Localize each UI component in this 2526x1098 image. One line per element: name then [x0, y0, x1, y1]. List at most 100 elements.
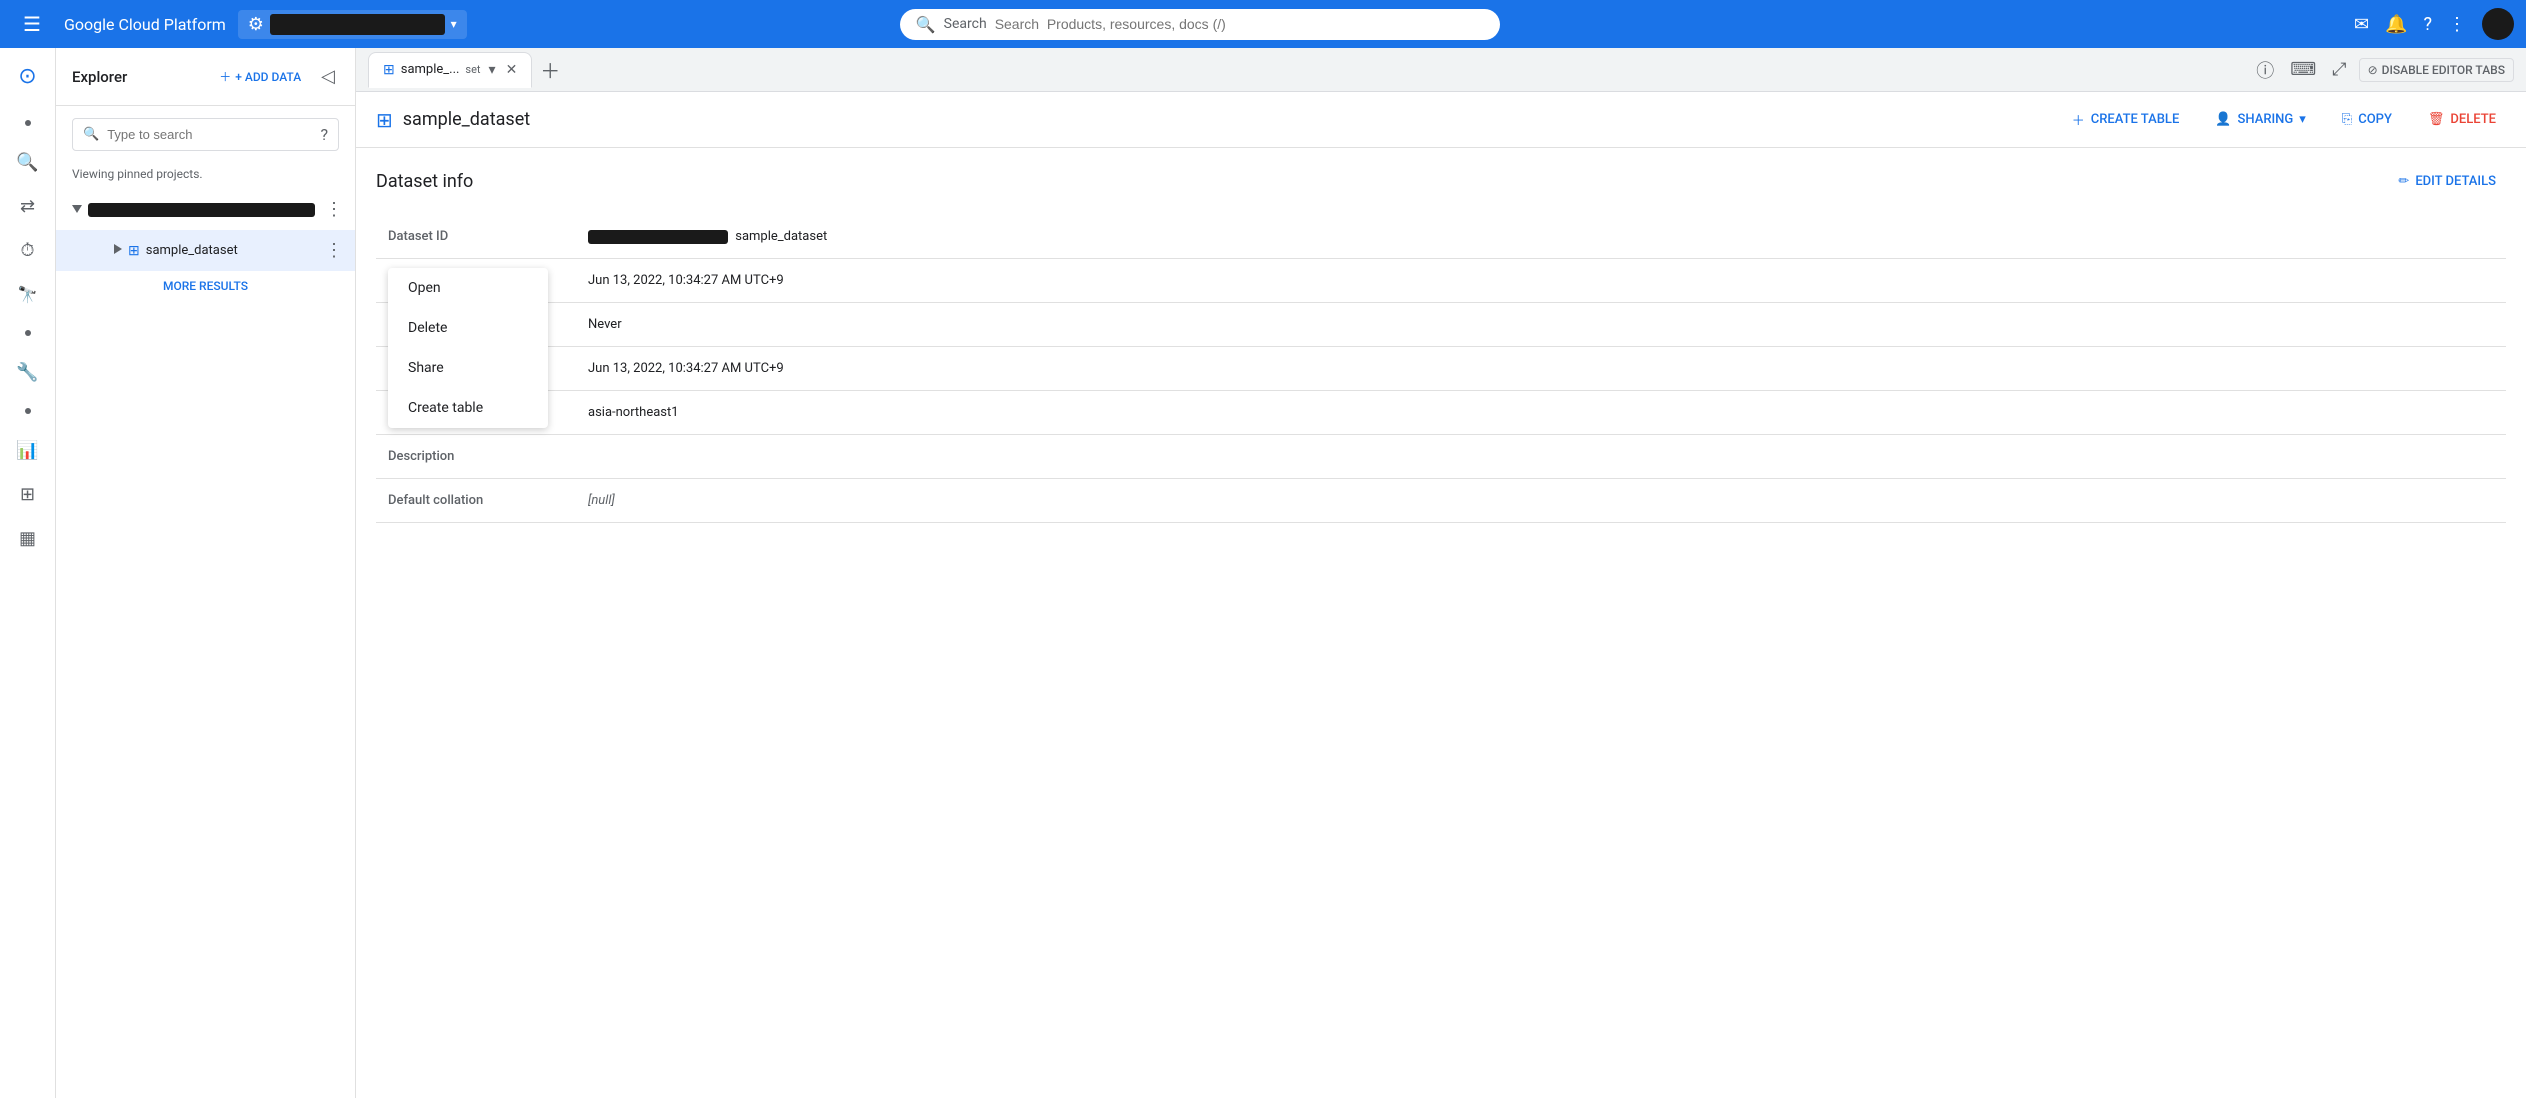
add-data-button[interactable]: ＋ + ADD DATA [211, 64, 309, 89]
email-icon[interactable]: ✉ [2354, 14, 2369, 35]
field-value-creation: Jun 13, 2022, 10:34:27 AM UTC+9 [576, 259, 2506, 303]
sharing-icon: 👤 [2215, 112, 2231, 127]
app-title: Google Cloud Platform [64, 15, 226, 34]
dataset-expand-icon [114, 243, 122, 258]
context-menu: Open Delete Share Create table [388, 268, 548, 428]
field-label-description: Description [376, 435, 576, 479]
table-nav-icon[interactable]: ⊞ [8, 474, 48, 514]
dataset-icon: ⊞ [128, 243, 140, 259]
field-label-dataset-id: Dataset ID [376, 215, 576, 259]
info-table: Dataset ID sample_dataset Creation time … [376, 215, 2506, 523]
global-search-bar[interactable]: 🔍 Search [900, 9, 1500, 40]
field-value-description [576, 435, 2506, 479]
dataset-header-actions: ＋ CREATE TABLE 👤 SHARING ▾ ⎘ COPY 🗑 DELE… [2062, 104, 2506, 135]
transfer-nav-icon[interactable]: ⇄ [8, 186, 48, 226]
sharing-dropdown-icon: ▾ [2299, 112, 2306, 127]
context-menu-delete[interactable]: Delete [388, 308, 548, 348]
add-data-icon: ＋ [219, 68, 231, 85]
dataset-info-header: Dataset info ✏ EDIT DETAILS [376, 168, 2506, 195]
dataset-header-title: sample_dataset [403, 109, 530, 130]
sharing-label: SHARING [2237, 112, 2293, 127]
explorer-header: Explorer ＋ + ADD DATA ◁ [56, 48, 355, 106]
project-expand-icon [72, 202, 82, 217]
dataset-header: ⊞ sample_dataset ＋ CREATE TABLE 👤 SHARIN… [356, 92, 2526, 148]
context-menu-open[interactable]: Open [388, 268, 548, 308]
grid-nav-icon[interactable]: ▦ [8, 518, 48, 558]
create-table-label: CREATE TABLE [2091, 112, 2180, 127]
bigquery-logo[interactable]: ⊙ [8, 56, 48, 96]
tab-set-label: set [465, 63, 480, 76]
null-value: [null] [588, 493, 615, 508]
search-input[interactable] [995, 16, 1484, 32]
search-icon: 🔍 [916, 15, 936, 34]
disable-editor-tabs-button[interactable]: ⊘ DISABLE EDITOR TABS [2359, 58, 2514, 82]
dataset-header-left: ⊞ sample_dataset [376, 108, 530, 132]
analytics-nav-icon[interactable]: 🔭 [8, 274, 48, 314]
search-help-icon[interactable]: ? [320, 125, 328, 144]
field-label-collation: Default collation [376, 479, 576, 523]
dataset-row[interactable]: ⊞ sample_dataset ⋮ [56, 230, 355, 271]
search-label: Search [944, 16, 987, 32]
add-data-label: + ADD DATA [235, 70, 301, 84]
delete-label: DELETE [2450, 112, 2496, 127]
explorer-search-input[interactable] [107, 127, 312, 142]
dataset-header-icon: ⊞ [376, 108, 393, 132]
main-content: ⊞ sample_... set ▾ ✕ ＋ ⓘ ⌨ ⤢ ⊘ DISABLE E… [356, 48, 2526, 1098]
tab-dropdown-icon[interactable]: ▾ [489, 62, 496, 78]
edit-details-button[interactable]: ✏ EDIT DETAILS [2388, 168, 2506, 195]
delete-button[interactable]: 🗑 DELETE [2418, 106, 2506, 133]
table-row: Default table expiration Never [376, 303, 2506, 347]
search-box-icon: 🔍 [83, 127, 99, 142]
tab-dataset-icon: ⊞ [383, 62, 395, 78]
field-value-collation: [null] [576, 479, 2506, 523]
add-tab-button[interactable]: ＋ [536, 51, 564, 88]
more-results-button[interactable]: MORE RESULTS [56, 271, 355, 301]
clock-nav-icon[interactable]: ⏱ [8, 230, 48, 270]
tab-name: sample_... [401, 62, 460, 77]
project-more-button[interactable]: ⋮ [321, 195, 347, 224]
explorer-title: Explorer [72, 68, 127, 86]
help-icon[interactable]: ? [2423, 14, 2432, 35]
project-selector[interactable]: ⚙ ████████████████ ▾ [238, 10, 467, 39]
info-icon[interactable]: ⓘ [2252, 53, 2278, 87]
create-table-button[interactable]: ＋ CREATE TABLE [2062, 104, 2190, 135]
table-row: Description [376, 435, 2506, 479]
dataset-tab[interactable]: ⊞ sample_... set ▾ ✕ [368, 52, 532, 88]
context-menu-create-table[interactable]: Create table [388, 388, 548, 428]
sharing-button[interactable]: 👤 SHARING ▾ [2205, 106, 2316, 133]
table-row: Dataset ID sample_dataset [376, 215, 2506, 259]
notification-icon[interactable]: 🔔 [2385, 14, 2407, 35]
more-vert-icon[interactable]: ⋮ [2448, 14, 2466, 35]
copy-icon: ⎘ [2342, 112, 2352, 127]
field-value-expiration: Never [576, 303, 2506, 347]
tab-close-button[interactable]: ✕ [506, 62, 518, 78]
avatar[interactable] [2482, 8, 2514, 40]
project-dropdown-icon[interactable]: ▾ [451, 17, 457, 31]
dot-icon-2 [25, 330, 31, 336]
collapse-panel-button[interactable]: ◁ [317, 62, 339, 91]
context-menu-share[interactable]: Share [388, 348, 548, 388]
chart-nav-icon[interactable]: 📊 [8, 430, 48, 470]
explorer-search-box[interactable]: 🔍 ? [72, 118, 339, 151]
dataset-id-suffix: sample_dataset [735, 229, 827, 244]
search-nav-icon[interactable]: 🔍 [8, 142, 48, 182]
nav-icons: ✉ 🔔 ? ⋮ [2354, 8, 2514, 40]
project-row[interactable]: ⋮ [56, 189, 355, 230]
project-name-redacted: ████████████████ [270, 14, 445, 35]
delete-icon: 🗑 [2428, 112, 2445, 127]
field-value-dataset-id: sample_dataset [576, 215, 2506, 259]
edit-icon: ✏ [2398, 174, 2409, 189]
settings-nav-icon[interactable]: 🔧 [8, 352, 48, 392]
menu-icon[interactable]: ☰ [12, 4, 52, 44]
dot-icon-3 [25, 408, 31, 414]
edit-details-label: EDIT DETAILS [2415, 174, 2496, 189]
dot-icon-1 [25, 120, 31, 126]
dataset-more-button[interactable]: ⋮ [321, 236, 347, 265]
dataset-info-section: Dataset info ✏ EDIT DETAILS Dataset ID s… [356, 148, 2526, 543]
copy-button[interactable]: ⎘ COPY [2332, 106, 2402, 133]
keyboard-icon[interactable]: ⌨ [2286, 55, 2320, 84]
table-row: Creation time Jun 13, 2022, 10:34:27 AM … [376, 259, 2506, 303]
fullscreen-icon[interactable]: ⤢ [2328, 55, 2350, 84]
icon-rail: ⊙ 🔍 ⇄ ⏱ 🔭 🔧 📊 ⊞ ▦ [0, 48, 56, 1098]
table-row: Default collation [null] [376, 479, 2506, 523]
